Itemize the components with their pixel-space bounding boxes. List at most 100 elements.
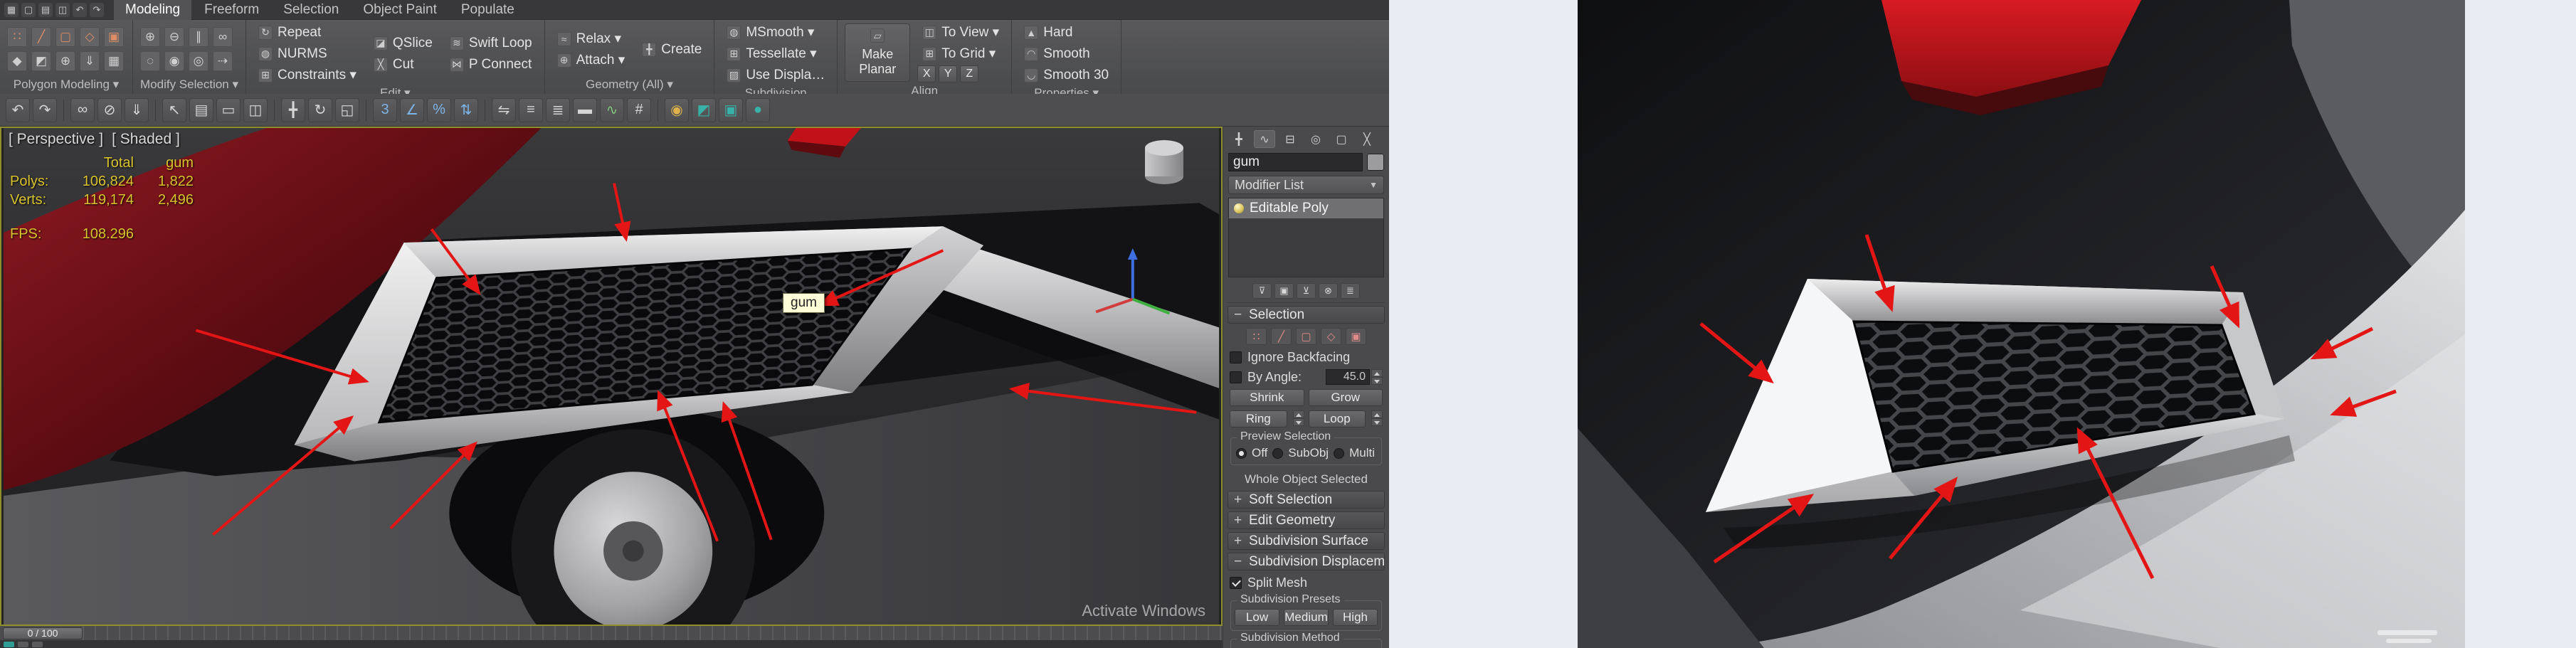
modify-tab-icon[interactable]: ∿ xyxy=(1254,130,1275,148)
undo-button[interactable]: ↶ xyxy=(6,97,30,122)
ring-button[interactable]: Ring xyxy=(1230,410,1287,427)
show-end-result-button[interactable]: ▣ xyxy=(1274,283,1294,299)
angle-snap-button[interactable]: ∠ xyxy=(400,97,424,122)
edge-subobject-icon[interactable]: ╱ xyxy=(1271,328,1292,345)
border-mode-icon[interactable]: ▢ xyxy=(56,26,75,47)
object-mode-icon[interactable]: ◆ xyxy=(7,51,27,71)
select-and-rotate-button[interactable]: ↻ xyxy=(308,97,332,122)
loop-spinner[interactable] xyxy=(1371,410,1383,427)
redo-icon[interactable]: ↷ xyxy=(90,2,104,17)
tab-object-paint[interactable]: Object Paint xyxy=(352,0,448,20)
toggle-ribbon-button[interactable]: ▬ xyxy=(573,97,597,122)
x-axis-button[interactable]: X xyxy=(917,65,936,83)
preview-toggle-icon[interactable]: ◩ xyxy=(31,51,51,71)
layer-explorer-button[interactable]: ≣ xyxy=(546,97,570,122)
relax-button[interactable]: ≈ Relax ▾ xyxy=(552,29,630,48)
create-tab-icon[interactable]: ╋ xyxy=(1228,130,1250,148)
to-view-button[interactable]: ◫ To View ▾ xyxy=(917,23,1004,42)
undo-icon[interactable]: ↶ xyxy=(73,2,87,17)
preset-high-button[interactable]: High xyxy=(1333,609,1378,626)
align-button[interactable]: ≡ xyxy=(519,97,543,122)
status-icon[interactable] xyxy=(4,641,14,647)
collapse-stack-icon[interactable]: ⇓ xyxy=(80,51,100,71)
by-angle-checkbox[interactable] xyxy=(1230,371,1242,383)
pivot-toggle-icon[interactable]: ⊕ xyxy=(56,51,75,71)
grow-button[interactable]: Grow xyxy=(1308,389,1383,406)
vertex-subobject-icon[interactable]: ∷ xyxy=(1246,328,1267,345)
viewport-pov-label[interactable]: [ Perspective ] xyxy=(9,131,103,148)
polygon-subobject-icon[interactable]: ◇ xyxy=(1321,328,1341,345)
spinner-snap-button[interactable]: ⇅ xyxy=(454,97,478,122)
select-by-name-button[interactable]: ▤ xyxy=(189,97,213,122)
object-color-swatch[interactable] xyxy=(1367,154,1384,171)
grow-selection-icon[interactable]: ⊕ xyxy=(140,26,160,47)
remove-modifier-button[interactable]: ⊗ xyxy=(1319,283,1338,299)
rollout-edit-geometry[interactable]: Edit Geometry xyxy=(1228,511,1385,529)
to-grid-button[interactable]: ⊞ To Grid ▾ xyxy=(917,44,1004,63)
by-angle-spinner[interactable] xyxy=(1371,369,1383,385)
constraints-dropdown[interactable]: ⊞ Constraints ▾ xyxy=(253,65,361,85)
loop-selection-icon[interactable]: ∞ xyxy=(213,26,233,47)
lightbulb-icon[interactable] xyxy=(1234,203,1244,213)
y-axis-button[interactable]: Y xyxy=(939,65,958,83)
time-slider-track[interactable] xyxy=(83,626,1223,640)
rendered-frame-window-button[interactable]: ▣ xyxy=(719,97,743,122)
render-production-button[interactable]: ● xyxy=(746,97,770,122)
swift-loop-button[interactable]: ≋ Swift Loop xyxy=(445,33,537,53)
mirror-button[interactable]: ⇋ xyxy=(492,97,516,122)
snaps-toggle-button[interactable]: 3 xyxy=(373,97,397,122)
smooth-30-button[interactable]: ◡ Smooth 30 xyxy=(1019,65,1114,85)
preview-off-radio[interactable] xyxy=(1236,447,1247,459)
preset-medium-button[interactable]: Medium xyxy=(1284,609,1329,626)
utilities-tab-icon[interactable]: ╳ xyxy=(1356,130,1378,148)
rollout-subdivision-surface[interactable]: Subdivision Surface xyxy=(1228,532,1385,550)
percent-snap-button[interactable]: % xyxy=(427,97,451,122)
configure-modifier-sets-button[interactable]: ≣ xyxy=(1341,283,1360,299)
rollout-soft-selection[interactable]: Soft Selection xyxy=(1228,491,1385,509)
modifier-list-dropdown[interactable]: Modifier List ▼ xyxy=(1228,176,1384,194)
ignore-backfacing-checkbox[interactable] xyxy=(1230,351,1242,363)
by-angle-field[interactable]: 45.0 xyxy=(1326,369,1370,385)
rollout-selection[interactable]: Selection xyxy=(1228,306,1385,324)
tessellate-button[interactable]: ⊞ Tessellate ▾ xyxy=(722,44,830,63)
element-mode-icon[interactable]: ▣ xyxy=(104,26,124,47)
shrink-selection-icon[interactable]: ⊖ xyxy=(164,26,184,47)
motion-tab-icon[interactable]: ◎ xyxy=(1305,130,1326,148)
object-name-field[interactable] xyxy=(1228,153,1363,171)
tab-modeling[interactable]: Modeling xyxy=(114,0,192,20)
preview-multi-radio[interactable] xyxy=(1334,447,1345,459)
preview-subobj-radio[interactable] xyxy=(1272,447,1284,459)
ring-spinner[interactable] xyxy=(1292,410,1304,427)
loop-button[interactable]: Loop xyxy=(1308,410,1366,427)
smooth-button[interactable]: ◠ Smooth xyxy=(1019,44,1114,63)
save-file-icon[interactable]: ◫ xyxy=(56,2,70,17)
ring-selection-icon[interactable]: ∥ xyxy=(189,26,208,47)
hierarchy-tab-icon[interactable]: ⊟ xyxy=(1279,130,1301,148)
curve-editor-button[interactable]: ∿ xyxy=(600,97,624,122)
select-object-button[interactable]: ↖ xyxy=(162,97,186,122)
attach-button[interactable]: ⊕ Attach ▾ xyxy=(552,51,630,70)
time-slider-handle[interactable]: 0 / 100 xyxy=(3,627,83,639)
fill-selection-icon[interactable]: ◉ xyxy=(164,51,184,71)
polygon-mode-icon[interactable]: ◇ xyxy=(80,26,100,47)
element-subobject-icon[interactable]: ▣ xyxy=(1346,328,1366,345)
repeat-button[interactable]: ↻ Repeat xyxy=(253,23,361,42)
vertex-mode-icon[interactable]: ∷ xyxy=(7,26,27,47)
cut-button[interactable]: ╳ Cut xyxy=(369,55,438,74)
fill-hole-selection-icon[interactable]: ◎ xyxy=(189,51,208,71)
tab-populate[interactable]: Populate xyxy=(450,0,526,20)
window-crossing-button[interactable]: ◫ xyxy=(243,97,268,122)
open-file-icon[interactable]: ▤ xyxy=(38,2,53,17)
material-editor-button[interactable]: ◉ xyxy=(665,97,689,122)
shrink-button[interactable]: Shrink xyxy=(1230,389,1304,406)
link-button[interactable]: ∞ xyxy=(70,97,95,122)
msmooth-button[interactable]: ◍ MSmooth ▾ xyxy=(722,23,830,42)
status-icon[interactable] xyxy=(18,641,28,647)
generate-topology-icon[interactable]: ▦ xyxy=(104,51,124,71)
split-mesh-checkbox[interactable] xyxy=(1230,577,1242,589)
schematic-view-button[interactable]: # xyxy=(627,97,651,122)
edge-mode-icon[interactable]: ╱ xyxy=(31,26,51,47)
stack-item-editable-poly[interactable]: Editable Poly xyxy=(1229,198,1383,218)
display-tab-icon[interactable]: ▢ xyxy=(1331,130,1352,148)
hard-button[interactable]: ▲ Hard xyxy=(1019,23,1114,42)
